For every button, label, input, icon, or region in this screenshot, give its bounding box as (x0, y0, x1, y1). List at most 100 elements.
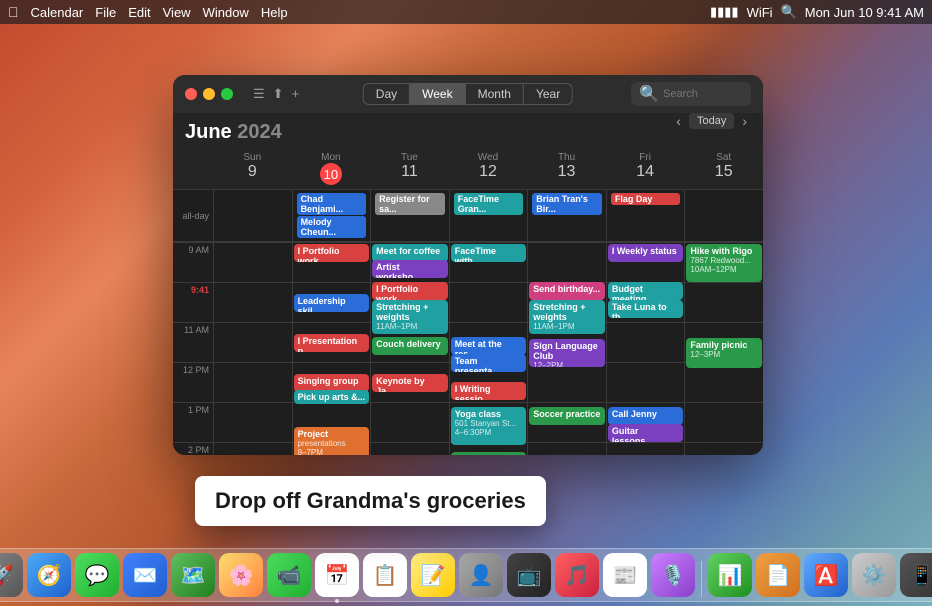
event-take-luna[interactable]: Take Luna to th... (608, 300, 684, 318)
event-stretching-weights-tue[interactable]: Stretching + weights 11AM–1PM (372, 300, 448, 334)
dock-item-calendar[interactable]: 📅 (315, 553, 359, 597)
event-call-jenny[interactable]: Call Jenny (608, 407, 684, 425)
allday-event-chad[interactable]: Chad Benjami... (297, 193, 367, 215)
event-budget-meeting[interactable]: Budget meeting (608, 282, 684, 300)
notes-icon: 📝 (421, 563, 446, 588)
maximize-button[interactable] (221, 88, 233, 100)
dock-item-maps[interactable]: 🗺️ (171, 553, 215, 597)
calendar-dot (335, 599, 339, 603)
dock-item-facetime[interactable]: 📹 (267, 553, 311, 597)
dock-item-photos[interactable]: 🌸 (219, 553, 263, 597)
allday-event-flag[interactable]: Flag Day (611, 193, 681, 205)
menu-edit[interactable]: Edit (128, 5, 150, 20)
event-stretching-weights-thu[interactable]: Stretching + weights 11AM–1PM (529, 300, 605, 334)
window-controls (185, 88, 233, 100)
dock-item-news[interactable]: 📰 (603, 553, 647, 597)
allday-event-register[interactable]: Register for sa... (375, 193, 445, 215)
dock-item-launchpad[interactable]: 🚀 (0, 553, 23, 597)
today-button[interactable]: Today (689, 113, 734, 129)
day-header-tue: Tue 11 (370, 148, 449, 189)
allday-event-brian[interactable]: Brian Tran's Bir... (532, 193, 602, 215)
col-sun (213, 242, 292, 455)
minimize-button[interactable] (203, 88, 215, 100)
search-icon: 🔍 (639, 84, 659, 104)
add-event-icon[interactable]: + (292, 86, 300, 102)
time-corner (173, 148, 213, 189)
event-portfolio-work-mon1[interactable]: I Portfolio work... (294, 244, 370, 262)
event-artist-workshop[interactable]: Artist worksho... (372, 260, 448, 278)
tab-month[interactable]: Month (466, 83, 524, 105)
event-portfolio-work-tue[interactable]: I Portfolio work... (372, 282, 448, 300)
news-icon: 📰 (613, 563, 638, 588)
nav-row: ‹ Today › (672, 113, 751, 131)
day-header-fri: Fri 14 (606, 148, 685, 189)
desktop:  Calendar File Edit View Window Help ▮▮… (0, 0, 932, 606)
day-header-sat: Sat 15 (684, 148, 763, 189)
allday-event-facetime-gran[interactable]: FaceTime Gran... (454, 193, 524, 215)
dock-item-reminders[interactable]: 📋 (363, 553, 407, 597)
event-drop-off-grandma[interactable]: Drop off Grandma's groceries (451, 452, 527, 455)
calendar-dock-icon: 📅 (325, 563, 350, 588)
event-team-presenta[interactable]: Team presenta... (451, 354, 527, 372)
calendar-header: June 2024 ‹ Today › (173, 113, 763, 148)
next-button[interactable]: › (738, 113, 751, 131)
search-box[interactable]: 🔍 (631, 82, 751, 106)
event-meet-at-res[interactable]: Meet at the res... (451, 337, 527, 355)
iphone-icon: 📱 (910, 563, 932, 588)
tab-week[interactable]: Week (410, 83, 465, 105)
prev-button[interactable]: ‹ (672, 113, 685, 131)
menu-window[interactable]: Window (203, 5, 249, 20)
event-facetime-with[interactable]: FaceTime with... (451, 244, 527, 262)
mail-icon: ✉️ (133, 563, 158, 588)
search-input[interactable] (663, 88, 743, 100)
share-icon[interactable]: ⬆ (273, 86, 284, 102)
search-menubar-icon[interactable]: 🔍 (781, 4, 797, 20)
col-fri: I Weekly status Budget meeting Take Luna… (606, 242, 685, 455)
tab-year[interactable]: Year (524, 83, 573, 105)
event-soccer-practice[interactable]: Soccer practice (529, 407, 605, 425)
time-grid[interactable]: 9 AM 9:41 11 AM 12 PM 1 PM 2 PM 3 PM 4 P… (173, 242, 763, 455)
event-sign-language[interactable]: Sign Language Club 12–2PM (529, 339, 605, 367)
dock-item-contacts[interactable]: 👤 (459, 553, 503, 597)
dock-item-numbers[interactable]: 📊 (708, 553, 752, 597)
event-writing-sessio[interactable]: I Writing sessio... (451, 382, 527, 400)
event-pick-up-arts[interactable]: Pick up arts &... (294, 390, 370, 404)
menu-help[interactable]: Help (261, 5, 288, 20)
dock-item-messages[interactable]: 💬 (75, 553, 119, 597)
day-header-mon: Mon 10 (292, 148, 371, 189)
dock-item-mail[interactable]: ✉️ (123, 553, 167, 597)
menu-view[interactable]: View (163, 5, 191, 20)
app-name[interactable]: Calendar (31, 5, 84, 20)
event-leadership[interactable]: Leadership skil... (294, 294, 370, 312)
col-sat: Hike with Rigo 7867 Redwood... 10AM–12PM… (684, 242, 763, 455)
sidebar-toggle-icon[interactable]: ☰ (253, 86, 265, 102)
close-button[interactable] (185, 88, 197, 100)
event-weekly-status[interactable]: I Weekly status (608, 244, 684, 262)
dock-item-sysprefs[interactable]: ⚙️ (852, 553, 896, 597)
event-keynote-by-ja[interactable]: Keynote by Ja... (372, 374, 448, 392)
dock-item-safari[interactable]: 🧭 (27, 553, 71, 597)
event-hike-rigo[interactable]: Hike with Rigo 7867 Redwood... 10AM–12PM (686, 244, 762, 282)
tab-day[interactable]: Day (363, 83, 410, 105)
dock-item-tv[interactable]: 📺 (507, 553, 551, 597)
event-couch-delivery[interactable]: Couch delivery (372, 337, 448, 355)
col-tue: Meet for coffee Artist worksho... I Port… (370, 242, 449, 455)
event-send-birthday[interactable]: Send birthday... (529, 282, 605, 300)
dock-item-pages[interactable]: 📄 (756, 553, 800, 597)
dock-item-podcasts[interactable]: 🎙️ (651, 553, 695, 597)
allday-tue: Register for sa... (370, 190, 449, 241)
music-icon: 🎵 (565, 563, 590, 588)
event-project-presentations[interactable]: Project presentations 8–7PM (294, 427, 370, 455)
allday-event-melody[interactable]: Melody Cheun... (297, 216, 367, 238)
dock-item-iphone[interactable]: 📱 (900, 553, 932, 597)
event-family-picnic[interactable]: Family picnic 12–3PM (686, 338, 762, 368)
event-guitar-lessons[interactable]: Guitar lessons... (608, 424, 684, 442)
dock: 🔵 🚀 🧭 💬 ✉️ 🗺️ 🌸 📹 📅 📋 (0, 548, 932, 602)
event-presentation-p[interactable]: I Presentation p... (294, 334, 370, 352)
menu-file[interactable]: File (95, 5, 116, 20)
apple-logo-icon[interactable]:  (8, 4, 19, 20)
dock-item-appstore[interactable]: 🅰️ (804, 553, 848, 597)
dock-item-music[interactable]: 🎵 (555, 553, 599, 597)
dock-item-notes[interactable]: 📝 (411, 553, 455, 597)
event-yoga-class[interactable]: Yoga class 501 Stanyan St... 4–6:30PM (451, 407, 527, 445)
